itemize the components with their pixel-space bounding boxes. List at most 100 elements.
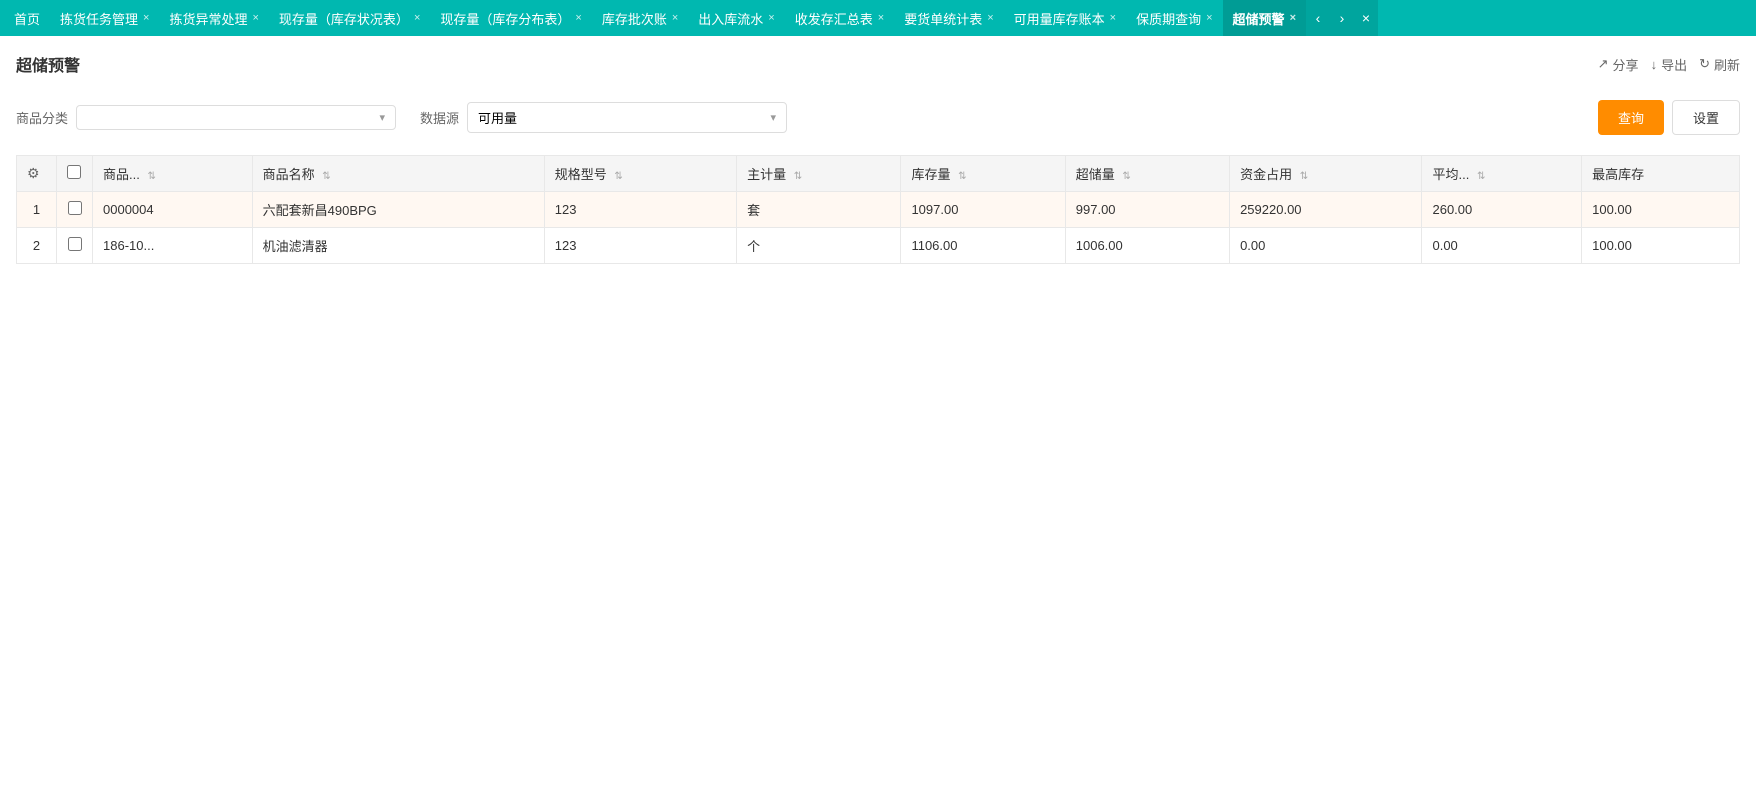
export-icon: ↓ — [1651, 57, 1658, 72]
nav-label-order-stats: 要货单统计表 — [904, 9, 982, 28]
export-button[interactable]: ↓ 导出 — [1651, 55, 1688, 74]
nav-item-inout-flow[interactable]: 出入库流水 × — [688, 0, 784, 36]
cell-unit-1: 个 — [737, 228, 901, 264]
col-header-settings[interactable]: ⚙ — [17, 156, 57, 192]
share-icon: ↗ — [1598, 56, 1609, 72]
cell-stock-0: 1097.00 — [901, 192, 1065, 228]
select-all-checkbox[interactable] — [67, 165, 81, 179]
nav-more-arrow[interactable]: × — [1354, 0, 1378, 36]
datasource-dropdown-arrow: ▾ — [771, 111, 777, 124]
sort-icon-avg: ⇅ — [1477, 171, 1485, 182]
col-header-unit[interactable]: 主计量 ⇅ — [737, 156, 901, 192]
page-container: 超储预警 ↗ 分享 ↓ 导出 ↻ 刷新 商品分类 ▾ 数据源 — [0, 36, 1756, 800]
share-button[interactable]: ↗ 分享 — [1598, 55, 1639, 74]
sort-icon-product-code: ⇅ — [147, 171, 155, 182]
page-title: 超储预警 — [16, 52, 80, 76]
page-header: 超储预警 ↗ 分享 ↓ 导出 ↻ 刷新 — [16, 52, 1740, 76]
filter-row: 商品分类 ▾ 数据源 可用量 ▾ 查询 设置 — [16, 92, 1740, 143]
cell-stock-1: 1106.00 — [901, 228, 1065, 264]
nav-item-batch-account[interactable]: 库存批次账 × — [592, 0, 688, 36]
nav-item-receive-summary[interactable]: 收发存汇总表 × — [785, 0, 894, 36]
col-header-overstock[interactable]: 超储量 ⇅ — [1065, 156, 1229, 192]
nav-item-expiry-query[interactable]: 保质期查询 × — [1126, 0, 1222, 36]
nav-label-available-account: 可用量库存账本 — [1014, 9, 1105, 28]
close-icon-receive-summary[interactable]: × — [878, 12, 884, 24]
sort-icon-overstock: ⇅ — [1122, 171, 1130, 182]
col-header-max-stock: 最高库存 — [1582, 156, 1740, 192]
col-header-capital[interactable]: 资金占用 ⇅ — [1230, 156, 1422, 192]
cell-product-code-0: 0000004 — [93, 192, 253, 228]
filter-actions: 查询 设置 — [1598, 100, 1740, 135]
settings-button[interactable]: 设置 — [1672, 100, 1740, 135]
close-icon-expiry-query[interactable]: × — [1206, 12, 1212, 24]
close-icon-batch-account[interactable]: × — [672, 12, 678, 24]
close-icon-task-mgmt[interactable]: × — [143, 12, 149, 24]
nav-prev-arrow[interactable]: ‹ — [1306, 0, 1330, 36]
nav-label-task-mgmt: 拣货任务管理 — [60, 9, 138, 28]
nav-item-overstock-warning[interactable]: 超储预警 × — [1223, 0, 1306, 36]
row-checkbox-1[interactable] — [57, 228, 93, 264]
nav-item-available-account[interactable]: 可用量库存账本 × — [1004, 0, 1126, 36]
col-header-spec[interactable]: 规格型号 ⇅ — [544, 156, 736, 192]
category-select[interactable]: ▾ — [76, 105, 396, 130]
nav-item-order-stats[interactable]: 要货单统计表 × — [894, 0, 1003, 36]
data-table: ⚙ 商品... ⇅ 商品名称 ⇅ 规格型号 ⇅ 主计量 — [16, 155, 1740, 264]
category-label: 商品分类 — [16, 108, 68, 127]
filter-datasource: 数据源 可用量 ▾ — [420, 102, 787, 133]
nav-label-expiry-query: 保质期查询 — [1136, 9, 1201, 28]
refresh-button[interactable]: ↻ 刷新 — [1699, 55, 1740, 74]
close-icon-inventory-dist[interactable]: × — [575, 12, 581, 24]
row-select-checkbox-0[interactable] — [68, 201, 82, 215]
table-row[interactable]: 2 186-10... 机油滤清器 123 个 1106.00 1006.00 … — [17, 228, 1740, 264]
close-icon-abnormal[interactable]: × — [252, 12, 258, 24]
nav-item-home[interactable]: 首页 — [4, 0, 50, 36]
row-num-0: 1 — [17, 192, 57, 228]
close-icon-inout-flow[interactable]: × — [768, 12, 774, 24]
nav-bar: 首页 拣货任务管理 × 拣货异常处理 × 现存量（库存状况表） × 现存量（库存… — [0, 0, 1756, 36]
close-icon-inventory-status[interactable]: × — [414, 12, 420, 24]
cell-overstock-0: 997.00 — [1065, 192, 1229, 228]
cell-max-stock-1: 100.00 — [1582, 228, 1740, 264]
sort-icon-spec: ⇅ — [614, 171, 622, 182]
share-label: 分享 — [1613, 55, 1639, 74]
sort-icon-capital: ⇅ — [1300, 171, 1308, 182]
nav-label-home: 首页 — [14, 9, 40, 28]
gear-icon[interactable]: ⚙ — [27, 165, 40, 181]
col-header-checkbox — [57, 156, 93, 192]
nav-label-inventory-status: 现存量（库存状况表） — [279, 9, 409, 28]
close-icon-overstock-warning[interactable]: × — [1290, 12, 1296, 24]
cell-spec-1: 123 — [544, 228, 736, 264]
nav-item-inventory-status[interactable]: 现存量（库存状况表） × — [269, 0, 430, 36]
row-checkbox-0[interactable] — [57, 192, 93, 228]
col-header-product-name[interactable]: 商品名称 ⇅ — [252, 156, 544, 192]
datasource-select[interactable]: 可用量 ▾ — [467, 102, 787, 133]
cell-avg-0: 260.00 — [1422, 192, 1582, 228]
nav-item-task-mgmt[interactable]: 拣货任务管理 × — [50, 0, 159, 36]
refresh-icon: ↻ — [1699, 56, 1710, 72]
cell-product-code-1: 186-10... — [93, 228, 253, 264]
export-label: 导出 — [1661, 55, 1687, 74]
cell-unit-0: 套 — [737, 192, 901, 228]
sort-icon-product-name: ⇅ — [322, 171, 330, 182]
close-icon-available-account[interactable]: × — [1110, 12, 1116, 24]
cell-capital-0: 259220.00 — [1230, 192, 1422, 228]
datasource-label: 数据源 — [420, 108, 459, 127]
nav-next-arrow[interactable]: › — [1330, 0, 1354, 36]
nav-label-abnormal: 拣货异常处理 — [169, 9, 247, 28]
close-icon-order-stats[interactable]: × — [987, 12, 993, 24]
nav-item-abnormal[interactable]: 拣货异常处理 × — [159, 0, 268, 36]
filter-category: 商品分类 ▾ — [16, 105, 396, 130]
table-row[interactable]: 1 0000004 六配套新昌490BPG 123 套 1097.00 997.… — [17, 192, 1740, 228]
query-button[interactable]: 查询 — [1598, 100, 1664, 135]
cell-product-name-1: 机油滤清器 — [252, 228, 544, 264]
nav-label-inventory-dist: 现存量（库存分布表） — [440, 9, 570, 28]
row-select-checkbox-1[interactable] — [68, 237, 82, 251]
cell-capital-1: 0.00 — [1230, 228, 1422, 264]
col-header-product-code[interactable]: 商品... ⇅ — [93, 156, 253, 192]
cell-product-name-0: 六配套新昌490BPG — [252, 192, 544, 228]
row-num-1: 2 — [17, 228, 57, 264]
nav-item-inventory-dist[interactable]: 现存量（库存分布表） × — [430, 0, 591, 36]
col-header-avg[interactable]: 平均... ⇅ — [1422, 156, 1582, 192]
col-header-stock[interactable]: 库存量 ⇅ — [901, 156, 1065, 192]
sort-icon-stock: ⇅ — [958, 171, 966, 182]
